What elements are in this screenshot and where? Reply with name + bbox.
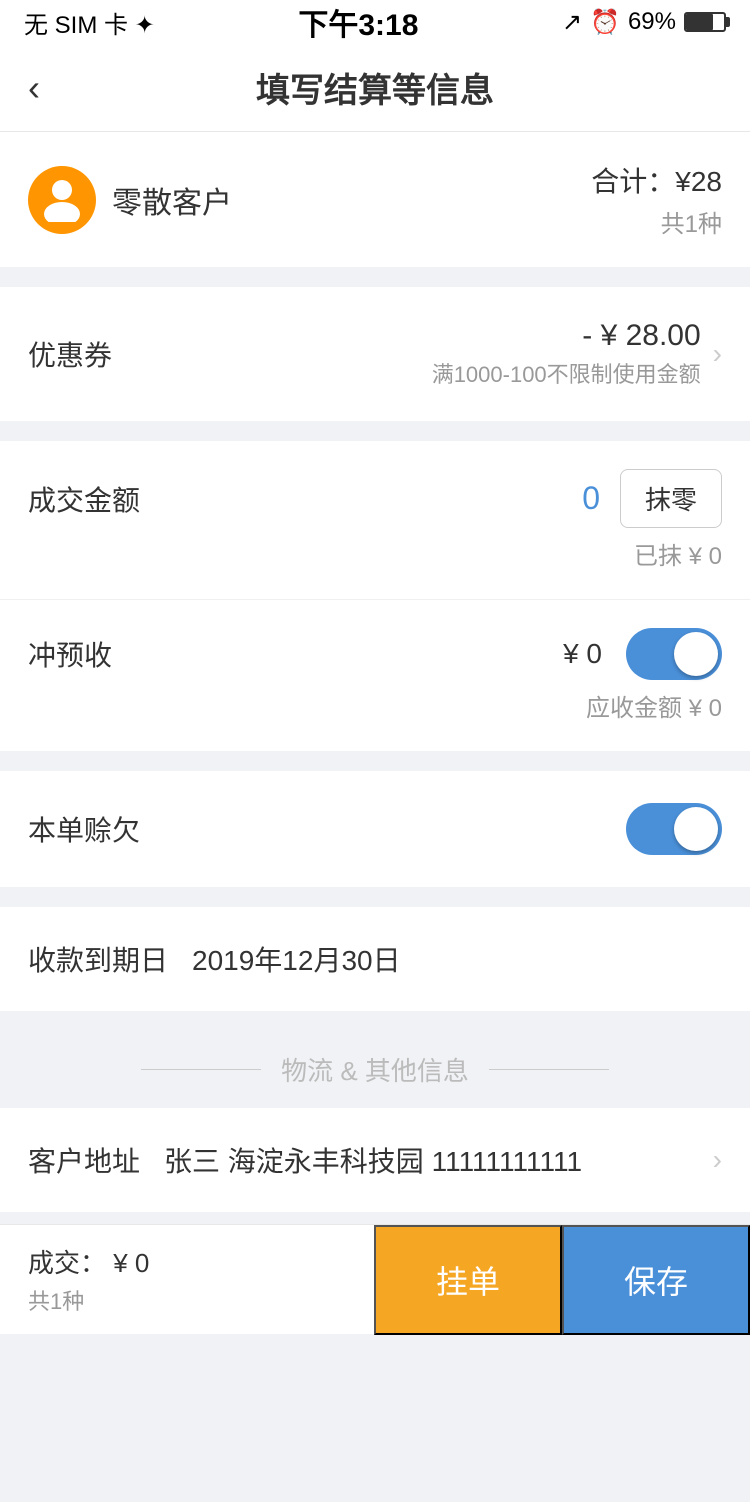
- address-label: 客户地址: [28, 1140, 140, 1180]
- logistics-line-left: [141, 1069, 261, 1070]
- duedate-label: 收款到期日: [28, 939, 168, 979]
- status-time: 下午3:18: [298, 0, 418, 44]
- prereceive-amount: ¥ 0: [563, 638, 602, 670]
- status-right: ↗ ⏰ 69%: [562, 8, 726, 37]
- logistics-text: 物流 & 其他信息: [281, 1051, 469, 1088]
- back-button[interactable]: ‹: [28, 67, 40, 109]
- battery-percent: 69%: [628, 8, 676, 36]
- address-section[interactable]: 客户地址 张三 海淀永丰科技园 11111111111 ›: [0, 1108, 750, 1212]
- bottom-bar: 成交： ¥ 0 共1种 挂单 保存: [0, 1224, 750, 1334]
- prereceive-right: ¥ 0: [563, 628, 722, 680]
- logistics-line-right: [489, 1069, 609, 1070]
- logistics-divider-section: 物流 & 其他信息: [0, 1031, 750, 1108]
- logistics-label: 物流 & 其他信息: [141, 1051, 609, 1088]
- coupon-desc: 满1000-100不限制使用金额: [432, 357, 701, 389]
- toggle-knob: [674, 632, 718, 676]
- address-value: 张三 海淀永丰科技园 11111111111: [164, 1140, 713, 1180]
- nav-bar: ‹ 填写结算等信息: [0, 44, 750, 132]
- direction-icon: ↗: [562, 8, 582, 37]
- transaction-section: 成交金额 0 抹零 已抹 ¥ 0 冲预收 ¥ 0 应收金额 ¥ 0: [0, 441, 750, 751]
- bottom-left: 成交： ¥ 0 共1种: [0, 1243, 374, 1316]
- coupon-section[interactable]: 优惠券 - ¥ 28.00 满1000-100不限制使用金额 ›: [0, 287, 750, 421]
- customer-left: 零散客户: [28, 166, 232, 234]
- transaction-amount-box: 0 抹零: [582, 469, 722, 528]
- prereceive-sub: 应收金额 ¥ 0: [0, 688, 750, 751]
- transaction-sub: 已抹 ¥ 0: [0, 536, 750, 599]
- alarm-icon: ⏰: [590, 8, 620, 37]
- customer-section: 零散客户 合计：¥28 共1种: [0, 132, 750, 267]
- bottom-transaction-amount: ¥ 0: [113, 1248, 149, 1278]
- round-button[interactable]: 抹零: [620, 469, 722, 528]
- coupon-amount: - ¥ 28.00: [432, 319, 701, 353]
- person-icon: [42, 178, 82, 222]
- total-count: 共1种: [591, 204, 722, 239]
- total-amount: 合计：¥28: [591, 160, 722, 200]
- sim-label: 无 SIM 卡 ✦: [24, 5, 155, 40]
- bottom-placeholder: [0, 1392, 750, 1502]
- customer-total: 合计：¥28 共1种: [591, 160, 722, 239]
- transaction-label: 成交金额: [28, 479, 140, 519]
- duedate-row: 收款到期日 2019年12月30日: [0, 907, 750, 1011]
- bottom-transaction: 成交： ¥ 0: [28, 1243, 346, 1280]
- debt-toggle-knob: [674, 807, 718, 851]
- coupon-label: 优惠券: [28, 334, 112, 374]
- debt-label: 本单赊欠: [28, 809, 140, 849]
- status-bar: 无 SIM 卡 ✦ 下午3:18 ↗ ⏰ 69%: [0, 0, 750, 44]
- chevron-right-icon: ›: [713, 338, 722, 370]
- avatar: [28, 166, 96, 234]
- prereceive-label: 冲预收: [28, 634, 112, 674]
- transaction-row: 成交金额 0 抹零: [0, 441, 750, 536]
- prereceive-row: 冲预收 ¥ 0: [0, 599, 750, 688]
- coupon-info: - ¥ 28.00 满1000-100不限制使用金额: [432, 319, 701, 389]
- debt-toggle[interactable]: [626, 803, 722, 855]
- customer-name: 零散客户: [112, 178, 232, 222]
- status-left: 无 SIM 卡 ✦: [24, 5, 155, 40]
- bottom-transaction-label: 成交：: [28, 1248, 106, 1278]
- duedate-value: 2019年12月30日: [192, 939, 401, 979]
- battery-icon: [684, 12, 726, 32]
- save-button[interactable]: 保存: [562, 1225, 750, 1335]
- page-title: 填写结算等信息: [256, 63, 494, 112]
- coupon-right: - ¥ 28.00 满1000-100不限制使用金额 ›: [432, 319, 722, 389]
- hold-button[interactable]: 挂单: [374, 1225, 562, 1335]
- prereceive-toggle[interactable]: [626, 628, 722, 680]
- debt-section: 本单赊欠: [0, 771, 750, 887]
- duedate-section: 收款到期日 2019年12月30日: [0, 907, 750, 1011]
- address-row: 客户地址 张三 海淀永丰科技园 11111111111 ›: [0, 1108, 750, 1212]
- transaction-amount: 0: [582, 480, 600, 517]
- debt-row: 本单赊欠: [0, 771, 750, 887]
- address-chevron-icon: ›: [713, 1144, 722, 1176]
- bottom-count: 共1种: [28, 1284, 346, 1316]
